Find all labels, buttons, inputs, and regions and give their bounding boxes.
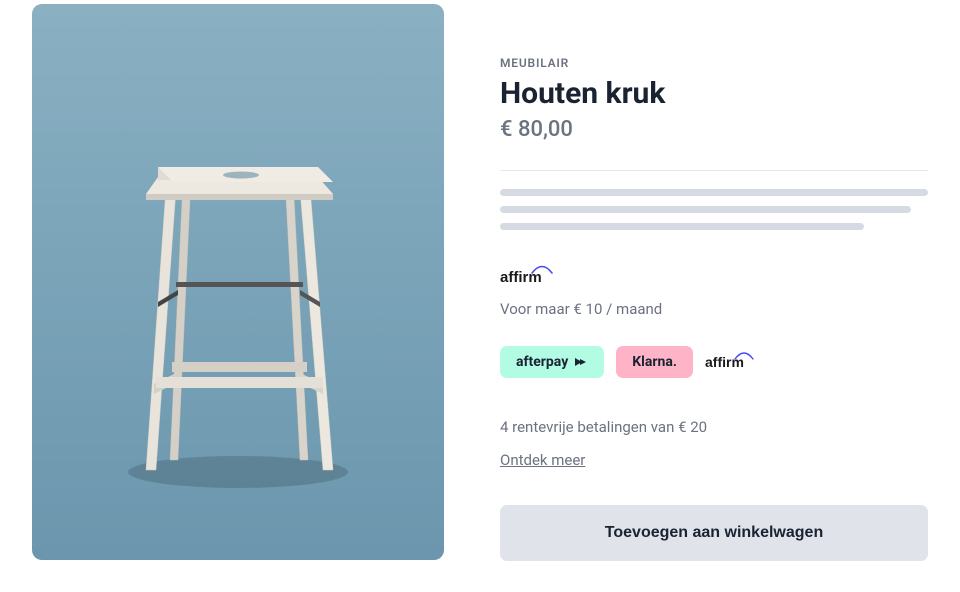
description-placeholder	[500, 189, 928, 230]
placeholder-line	[500, 223, 864, 230]
svg-text:affirm: affirm	[705, 354, 744, 370]
product-price: € 80,00	[500, 117, 928, 142]
placeholder-line	[500, 206, 911, 213]
afterpay-icon	[572, 354, 588, 370]
product-title: Houten kruk	[500, 76, 928, 111]
product-category: MEUBILAIR	[500, 56, 928, 70]
discover-more-link[interactable]: Ontdek meer	[500, 451, 585, 469]
divider	[500, 170, 928, 171]
affirm-badge-icon: affirm	[705, 352, 755, 372]
stool-illustration	[98, 72, 378, 492]
payment-badges: afterpay Klarna. affirm	[500, 346, 928, 378]
afterpay-label: afterpay	[516, 354, 568, 370]
placeholder-line	[500, 189, 928, 196]
svg-text:affirm: affirm	[500, 269, 542, 286]
monthly-payment-text: Voor maar € 10 / maand	[500, 300, 928, 318]
affirm-badge[interactable]: affirm	[705, 346, 755, 378]
product-details: MEUBILAIR Houten kruk € 80,00 affirm Voo…	[500, 4, 928, 561]
affirm-logo-icon: affirm	[500, 266, 554, 284]
installment-text: 4 rentevrije betalingen van € 20	[500, 418, 928, 436]
add-to-cart-button[interactable]: Toevoegen aan winkelwagen	[500, 505, 928, 561]
klarna-badge[interactable]: Klarna.	[616, 346, 693, 378]
product-image	[32, 4, 444, 560]
affirm-section: affirm	[500, 266, 928, 290]
afterpay-badge[interactable]: afterpay	[500, 346, 604, 378]
